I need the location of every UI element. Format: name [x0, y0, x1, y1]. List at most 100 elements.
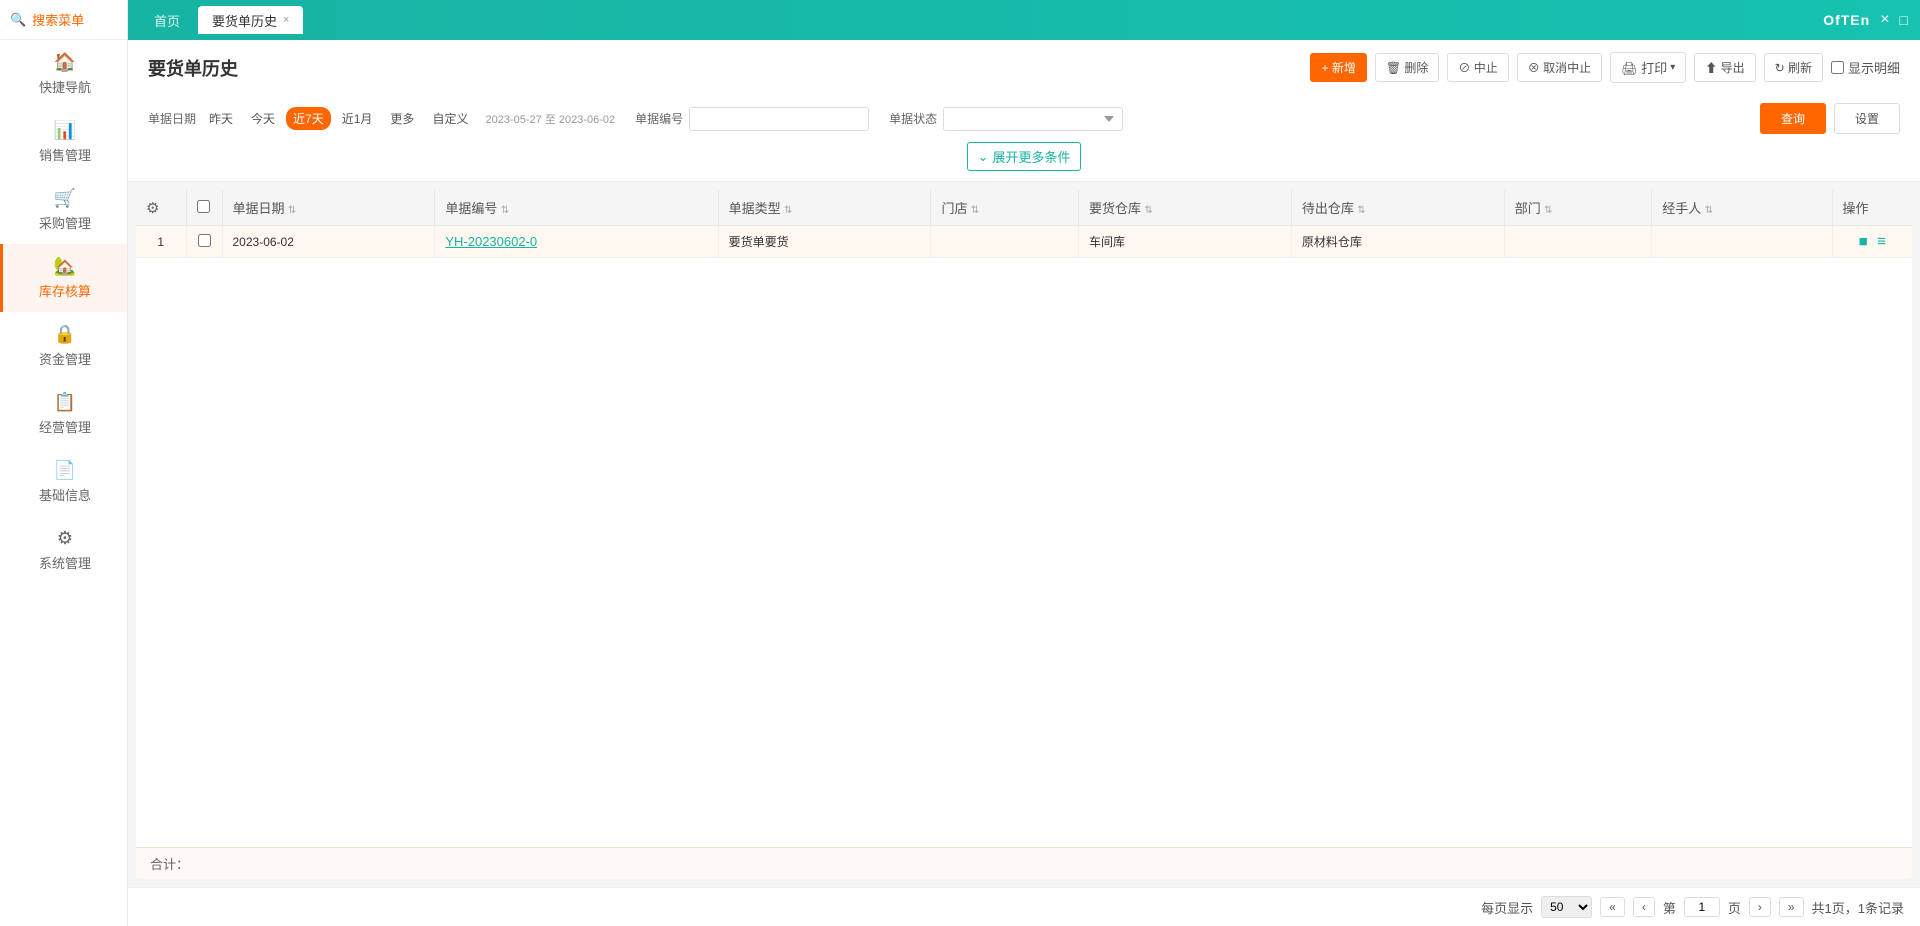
col-settings: ⚙ — [136, 190, 186, 226]
col-store[interactable]: 门店 — [931, 190, 1079, 226]
sidebar-item-finance-mgmt[interactable]: 🔒 资金管理 — [0, 312, 127, 380]
chart-icon: 📊 — [54, 120, 76, 141]
display-detail-label: 显示明细 — [1831, 58, 1900, 77]
settings-button[interactable]: 设置 — [1834, 103, 1900, 134]
sidebar-item-operations-mgmt[interactable]: 📋 经营管理 — [0, 380, 127, 448]
row-store — [931, 226, 1079, 258]
sidebar-item-purchase-mgmt[interactable]: 🛒 采购管理 — [0, 176, 127, 244]
print-button[interactable]: 🖨 打印 ▾ — [1610, 52, 1686, 83]
date-btn-today[interactable]: 今天 — [244, 107, 282, 130]
table-header-row: ⚙ 单据日期 单据编号 单据类型 — [136, 190, 1912, 226]
page-number-input[interactable] — [1684, 897, 1720, 917]
date-btn-1month[interactable]: 近1月 — [335, 107, 380, 130]
main-area: 首页 要货单历史 × OfTEn × □ 要货单历史 + 新增 🗑 删除 ⊘ 中… — [128, 0, 1920, 926]
col-pending-warehouse[interactable]: 待出仓库 — [1291, 190, 1504, 226]
window-close-btn[interactable]: × — [1880, 11, 1889, 29]
export-button[interactable]: ⬆ 导出 — [1694, 53, 1755, 82]
last-page-btn[interactable]: » — [1779, 897, 1804, 917]
page-prefix: 第 — [1663, 898, 1676, 917]
col-doc-number[interactable]: 单据编号 — [435, 190, 718, 226]
date-filter-buttons: 昨天 今天 近7天 近1月 更多 自定义 — [202, 107, 475, 130]
print-dropdown-icon[interactable]: ▾ — [1670, 62, 1675, 73]
tab-close-icon[interactable]: × — [283, 14, 289, 26]
col-ops: 操作 — [1832, 190, 1912, 226]
row-req-warehouse: 车间库 — [1079, 226, 1292, 258]
col-handler[interactable]: 经手人 — [1652, 190, 1832, 226]
row-doc-number: YH-20230602-0 — [435, 226, 718, 258]
tab-home-label: 首页 — [154, 11, 180, 30]
first-page-btn[interactable]: « — [1600, 897, 1625, 917]
col-dept[interactable]: 部门 — [1504, 190, 1652, 226]
date-range-display: 2023-05-27 至 2023-06-02 — [485, 111, 615, 127]
refresh-button[interactable]: ↻ 刷新 — [1764, 53, 1823, 82]
delete-button[interactable]: 🗑 删除 — [1375, 53, 1440, 82]
date-btn-more[interactable]: 更多 — [383, 107, 421, 130]
page-header: 要货单历史 + 新增 🗑 删除 ⊘ 中止 ⊗ 取消中止 🖨 打印 ▾ ⬆ 导出 … — [128, 40, 1920, 182]
sidebar-item-label: 搜索菜单 — [32, 10, 84, 29]
sidebar-item-sales-mgmt[interactable]: 📊 销售管理 — [0, 108, 127, 176]
doc-icon: 📄 — [54, 460, 76, 481]
table-footer: 合计： — [136, 847, 1912, 879]
row-pending-warehouse: 原材料仓库 — [1291, 226, 1504, 258]
doc-number-input[interactable] — [689, 107, 869, 131]
sidebar-item-quick-nav[interactable]: 🏠 快捷导航 — [0, 40, 127, 108]
row-checkbox[interactable] — [198, 234, 211, 247]
sidebar-item-basic-info[interactable]: 📄 基础信息 — [0, 448, 127, 516]
date-btn-yesterday[interactable]: 昨天 — [202, 107, 240, 130]
query-button[interactable]: 查询 — [1760, 103, 1826, 134]
table-settings-icon[interactable]: ⚙ — [146, 200, 159, 217]
row-handler — [1652, 226, 1832, 258]
select-all-checkbox[interactable] — [197, 200, 210, 213]
table-row: 1 2023-06-02 YH-20230602-0 要货单要货 车间库 原材料… — [136, 226, 1912, 258]
expand-more-btn[interactable]: ⌄ 展开更多条件 — [967, 142, 1082, 171]
tab-home[interactable]: 首页 — [140, 6, 194, 34]
col-doc-date[interactable]: 单据日期 — [222, 190, 435, 226]
chevron-down-icon: ⌄ — [978, 149, 989, 165]
next-page-btn[interactable]: › — [1749, 897, 1771, 917]
cancel-stop-button[interactable]: ⊗ 取消中止 — [1517, 53, 1602, 82]
filter-actions-row: ⌄ 展开更多条件 — [148, 142, 1900, 181]
sidebar-item-inventory[interactable]: 🏡 库存核算 — [0, 244, 127, 312]
col-doc-type[interactable]: 单据类型 — [718, 190, 931, 226]
filter-row: 单据日期 昨天 今天 近7天 近1月 更多 自定义 2023-05-27 至 2… — [148, 93, 1900, 142]
row-edit-icon[interactable]: ■ — [1859, 233, 1868, 250]
col-req-warehouse[interactable]: 要货仓库 — [1079, 190, 1292, 226]
row-more-icon[interactable]: ≡ — [1877, 233, 1886, 250]
cart-icon: 🛒 — [54, 188, 76, 209]
date-filter-label: 单据日期 — [148, 110, 196, 127]
stop-button[interactable]: ⊘ 中止 — [1447, 53, 1508, 82]
page-title-row: 要货单历史 + 新增 🗑 删除 ⊘ 中止 ⊗ 取消中止 🖨 打印 ▾ ⬆ 导出 … — [148, 52, 1900, 83]
search-icon: 🔍 — [10, 12, 26, 28]
table-header: ⚙ 单据日期 单据编号 单据类型 — [136, 190, 1912, 226]
data-table: ⚙ 单据日期 单据编号 单据类型 — [136, 190, 1912, 258]
sidebar-item-search-menu[interactable]: 🔍 搜索菜单 — [0, 0, 127, 40]
house-icon: 🏡 — [54, 256, 76, 277]
topbar-right: OfTEn × □ — [1823, 11, 1908, 29]
sidebar-item-label: 采购管理 — [39, 213, 91, 232]
page-suffix: 页 — [1728, 898, 1741, 917]
date-btn-custom[interactable]: 自定义 — [425, 107, 475, 130]
doc-number-link[interactable]: YH-20230602-0 — [445, 234, 537, 249]
total-label: 合计： — [150, 857, 189, 872]
lock-icon: 🔒 — [54, 324, 76, 345]
prev-page-btn[interactable]: ‹ — [1633, 897, 1655, 917]
display-detail-checkbox[interactable] — [1831, 61, 1844, 74]
row-ops: ■ ≡ — [1832, 226, 1912, 258]
page-title: 要货单历史 — [148, 55, 238, 81]
table-body: 1 2023-06-02 YH-20230602-0 要货单要货 车间库 原材料… — [136, 226, 1912, 258]
new-button[interactable]: + 新增 — [1310, 53, 1366, 82]
doc-number-filter-label: 单据编号 — [635, 110, 683, 127]
per-page-select[interactable]: 10 20 50 100 — [1541, 896, 1592, 918]
row-num: 1 — [136, 226, 186, 258]
sidebar-item-label: 经营管理 — [39, 417, 91, 436]
tab-requisition-history[interactable]: 要货单历史 × — [198, 6, 303, 34]
window-maximize-btn[interactable]: □ — [1900, 12, 1908, 28]
date-btn-7days[interactable]: 近7天 — [286, 107, 331, 130]
topbar: 首页 要货单历史 × OfTEn × □ — [128, 0, 1920, 40]
doc-number-filter-group: 单据编号 — [635, 107, 869, 131]
row-checkbox-cell — [186, 226, 222, 258]
sidebar-item-system-mgmt[interactable]: ⚙ 系统管理 — [0, 516, 127, 584]
table-container: ⚙ 单据日期 单据编号 单据类型 — [136, 190, 1912, 879]
doc-status-select[interactable] — [943, 107, 1123, 131]
print-label: 🖨 打印 — [1621, 58, 1667, 77]
